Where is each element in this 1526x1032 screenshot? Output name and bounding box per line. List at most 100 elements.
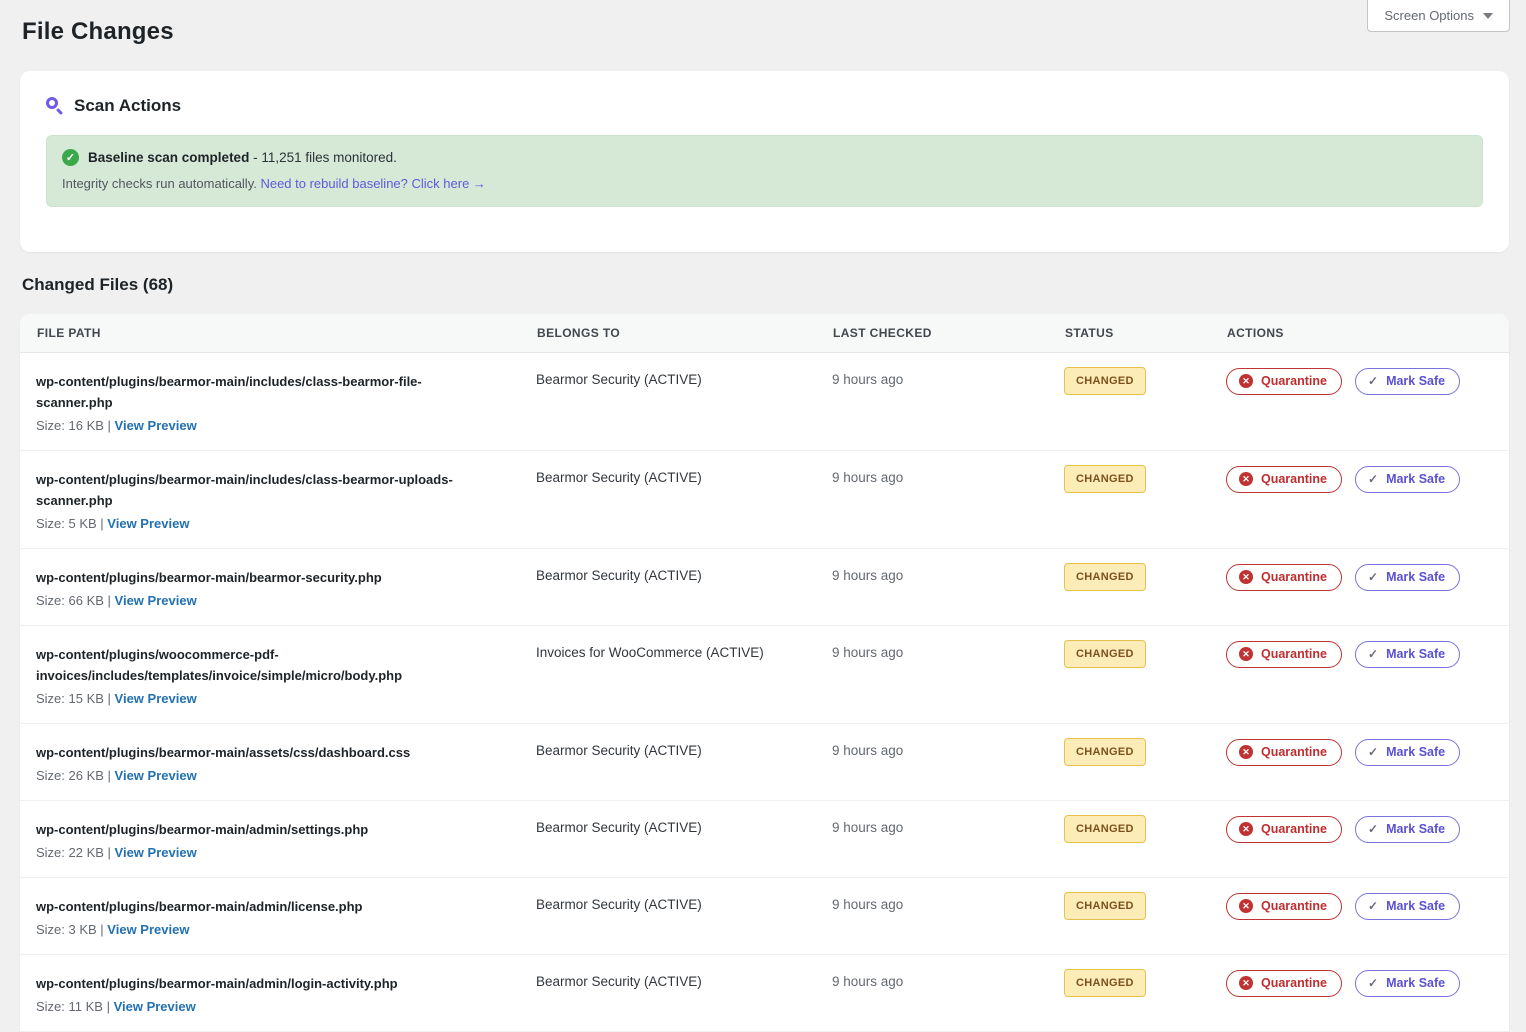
quarantine-label: Quarantine [1261,374,1327,388]
page-title: File Changes [22,18,1526,46]
baseline-scan-status: Baseline scan completed [88,150,249,165]
status-cell: CHANGED [1064,567,1226,591]
view-preview-link[interactable]: View Preview [115,418,197,433]
status-cell: CHANGED [1064,469,1226,493]
file-size: Size: 15 KB | [36,691,115,706]
status-badge: CHANGED [1064,367,1146,395]
status-badge: CHANGED [1064,640,1146,668]
actions-cell: ✕ Quarantine ✓ Mark Safe [1226,739,1493,766]
mark-safe-label: Mark Safe [1386,899,1445,913]
scan-actions-title: Scan Actions [74,96,181,116]
view-preview-link[interactable]: View Preview [115,845,197,860]
check-icon: ✓ [1368,647,1378,661]
cancel-circle-icon: ✕ [1239,570,1253,584]
quarantine-label: Quarantine [1261,745,1327,759]
table-row: wp-content/plugins/bearmor-main/includes… [20,451,1509,549]
changed-files-heading: Changed Files (68) [22,275,1526,295]
quarantine-label: Quarantine [1261,899,1327,913]
cancel-circle-icon: ✕ [1239,647,1253,661]
quarantine-button[interactable]: ✕ Quarantine [1226,564,1342,591]
file-path: wp-content/plugins/bearmor-main/includes… [36,371,496,413]
file-path-cell: wp-content/plugins/bearmor-main/includes… [36,371,536,433]
last-checked: 9 hours ago [832,371,1064,387]
file-meta: Size: 3 KB | View Preview [36,922,496,937]
file-size: Size: 3 KB | [36,922,107,937]
cancel-circle-icon: ✕ [1239,822,1253,836]
mark-safe-label: Mark Safe [1386,976,1445,990]
last-checked: 9 hours ago [832,819,1064,835]
screen-options-label: Screen Options [1384,8,1474,23]
quarantine-button[interactable]: ✕ Quarantine [1226,368,1342,395]
mark-safe-label: Mark Safe [1386,472,1445,486]
view-preview-link[interactable]: View Preview [115,768,197,783]
last-checked: 9 hours ago [832,567,1064,583]
file-path: wp-content/plugins/bearmor-main/admin/li… [36,896,496,917]
view-preview-link[interactable]: View Preview [114,999,196,1014]
column-header-status: Status [1064,326,1226,340]
chevron-down-icon [1483,13,1493,19]
mark-safe-button[interactable]: ✓ Mark Safe [1355,739,1460,766]
quarantine-label: Quarantine [1261,822,1327,836]
search-icon [46,97,64,115]
quarantine-button[interactable]: ✕ Quarantine [1226,641,1342,668]
view-preview-link[interactable]: View Preview [107,922,189,937]
cancel-circle-icon: ✕ [1239,899,1253,913]
file-meta: Size: 26 KB | View Preview [36,768,496,783]
page-header: File Changes [0,0,1526,46]
file-size: Size: 5 KB | [36,516,107,531]
actions-cell: ✕ Quarantine ✓ Mark Safe [1226,970,1493,997]
status-cell: CHANGED [1064,644,1226,668]
mark-safe-button[interactable]: ✓ Mark Safe [1355,466,1460,493]
quarantine-button[interactable]: ✕ Quarantine [1226,893,1342,920]
view-preview-link[interactable]: View Preview [107,516,189,531]
mark-safe-button[interactable]: ✓ Mark Safe [1355,893,1460,920]
actions-cell: ✕ Quarantine ✓ Mark Safe [1226,368,1493,395]
quarantine-label: Quarantine [1261,472,1327,486]
file-path-cell: wp-content/plugins/bearmor-main/bearmor-… [36,567,536,608]
view-preview-link[interactable]: View Preview [115,593,197,608]
file-path: wp-content/plugins/bearmor-main/includes… [36,469,496,511]
status-badge: CHANGED [1064,815,1146,843]
screen-options-button[interactable]: Screen Options [1367,0,1510,32]
status-cell: CHANGED [1064,742,1226,766]
file-path-cell: wp-content/plugins/bearmor-main/admin/li… [36,896,536,937]
check-circle-icon: ✓ [62,149,79,166]
view-preview-link[interactable]: View Preview [115,691,197,706]
belongs-to: Bearmor Security (ACTIVE) [536,973,832,989]
integrity-checks-text: Integrity checks run automatically. [62,176,260,191]
mark-safe-button[interactable]: ✓ Mark Safe [1355,970,1460,997]
file-meta: Size: 16 KB | View Preview [36,418,496,433]
last-checked: 9 hours ago [832,644,1064,660]
actions-cell: ✕ Quarantine ✓ Mark Safe [1226,564,1493,591]
cancel-circle-icon: ✕ [1239,976,1253,990]
file-meta: Size: 11 KB | View Preview [36,999,496,1014]
rebuild-baseline-link[interactable]: Need to rebuild baseline? Click here → [260,176,485,191]
check-icon: ✓ [1368,472,1378,486]
quarantine-button[interactable]: ✕ Quarantine [1226,816,1342,843]
check-icon: ✓ [1368,570,1378,584]
mark-safe-button[interactable]: ✓ Mark Safe [1355,816,1460,843]
file-meta: Size: 15 KB | View Preview [36,691,496,706]
status-badge: CHANGED [1064,738,1146,766]
file-size: Size: 66 KB | [36,593,115,608]
quarantine-button[interactable]: ✕ Quarantine [1226,739,1342,766]
column-header-belongs-to: Belongs To [536,326,832,340]
check-icon: ✓ [1368,899,1378,913]
scan-actions-header: Scan Actions [46,96,1483,116]
baseline-scan-text: Baseline scan completed - 11,251 files m… [88,150,397,165]
actions-cell: ✕ Quarantine ✓ Mark Safe [1226,641,1493,668]
baseline-scan-notice: ✓ Baseline scan completed - 11,251 files… [46,135,1483,207]
file-size: Size: 26 KB | [36,768,115,783]
mark-safe-button[interactable]: ✓ Mark Safe [1355,368,1460,395]
check-icon: ✓ [1368,976,1378,990]
quarantine-button[interactable]: ✕ Quarantine [1226,466,1342,493]
baseline-scan-count: - 11,251 files monitored. [249,150,397,165]
mark-safe-button[interactable]: ✓ Mark Safe [1355,641,1460,668]
file-meta: Size: 66 KB | View Preview [36,593,496,608]
mark-safe-button[interactable]: ✓ Mark Safe [1355,564,1460,591]
quarantine-label: Quarantine [1261,570,1327,584]
mark-safe-label: Mark Safe [1386,745,1445,759]
file-size: Size: 16 KB | [36,418,115,433]
quarantine-button[interactable]: ✕ Quarantine [1226,970,1342,997]
last-checked: 9 hours ago [832,469,1064,485]
